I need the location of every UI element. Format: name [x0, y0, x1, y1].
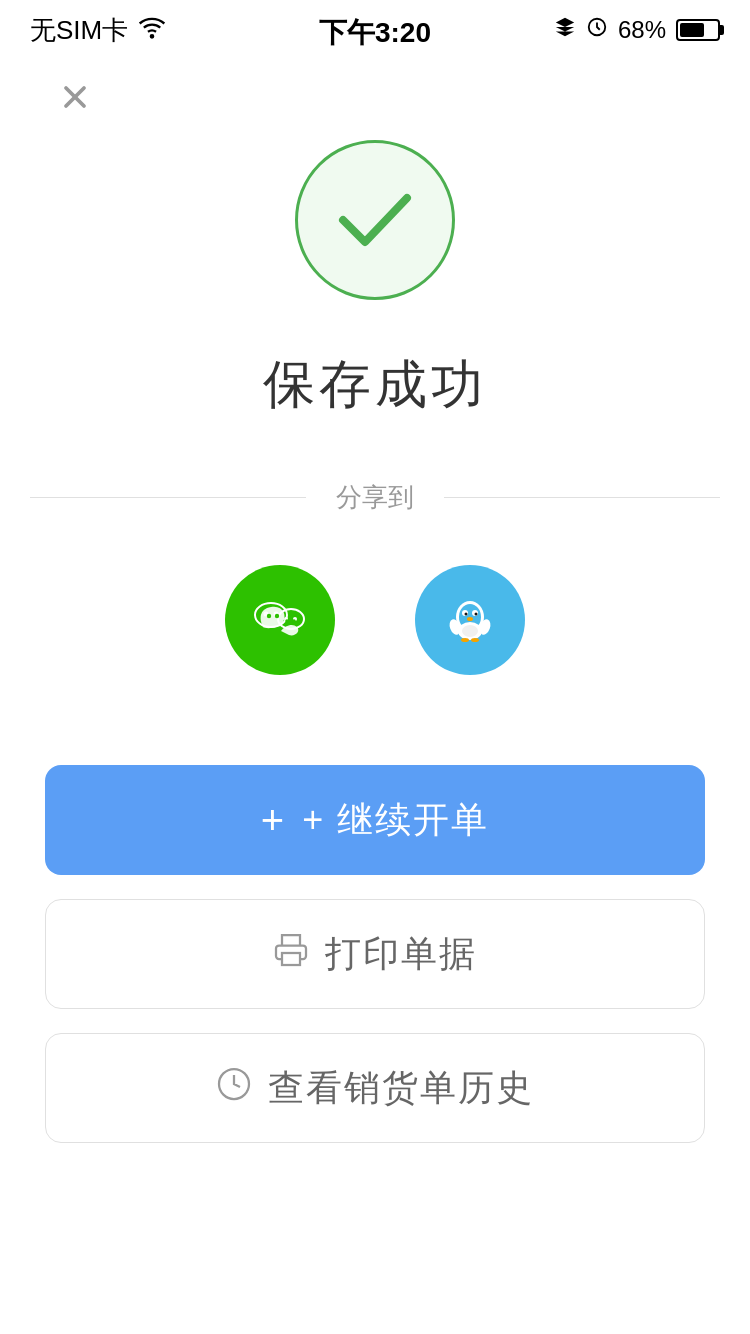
wifi-icon: [138, 13, 166, 48]
share-divider: 分享到: [0, 480, 750, 515]
svg-point-25: [461, 638, 469, 642]
share-label: 分享到: [336, 480, 414, 515]
status-time: 下午3:20: [319, 14, 431, 52]
svg-point-20: [467, 617, 473, 621]
svg-point-10: [267, 614, 271, 618]
history-button[interactable]: 查看销货单历史: [45, 1033, 705, 1143]
print-label: 打印单据: [325, 930, 477, 979]
print-button[interactable]: 打印单据: [45, 899, 705, 1009]
svg-point-18: [465, 613, 468, 616]
carrier-text: 无SIM卡: [30, 13, 128, 48]
qq-icon: [439, 589, 501, 651]
close-button[interactable]: [50, 72, 100, 122]
history-label: 查看销货单历史: [268, 1064, 534, 1113]
success-circle: [295, 140, 455, 300]
divider-right: [444, 497, 720, 498]
share-icons: [225, 565, 525, 675]
svg-point-12: [285, 619, 289, 623]
svg-point-19: [475, 613, 478, 616]
status-bar: 无SIM卡 下午3:20 68%: [0, 0, 750, 60]
qq-share-button[interactable]: [415, 565, 525, 675]
svg-rect-27: [282, 953, 300, 965]
status-right: 68%: [554, 16, 720, 44]
history-icon: [216, 1066, 252, 1111]
battery-icon: [676, 19, 720, 41]
svg-point-13: [292, 619, 296, 623]
svg-point-26: [471, 638, 479, 642]
svg-point-22: [462, 625, 478, 637]
wechat-share-button[interactable]: [225, 565, 335, 675]
action-buttons: + + 继续开单 打印单据 查看销货单历史: [45, 765, 705, 1143]
battery-text: 68%: [618, 16, 666, 44]
status-left: 无SIM卡: [30, 13, 166, 48]
alarm-icon: [586, 16, 608, 44]
divider-left: [30, 497, 306, 498]
print-icon: [273, 932, 309, 977]
checkmark-icon: [335, 190, 415, 250]
continue-label: + 继续开单: [302, 796, 489, 845]
main-content: 保存成功 分享到: [0, 60, 750, 1143]
svg-point-11: [275, 614, 279, 618]
svg-point-0: [151, 35, 153, 37]
location-icon: [554, 16, 576, 44]
share-section: 分享到: [0, 480, 750, 675]
success-title: 保存成功: [263, 350, 487, 420]
wechat-icon: [249, 589, 311, 651]
continue-button[interactable]: + + 继续开单: [45, 765, 705, 875]
plus-icon: +: [261, 798, 286, 843]
